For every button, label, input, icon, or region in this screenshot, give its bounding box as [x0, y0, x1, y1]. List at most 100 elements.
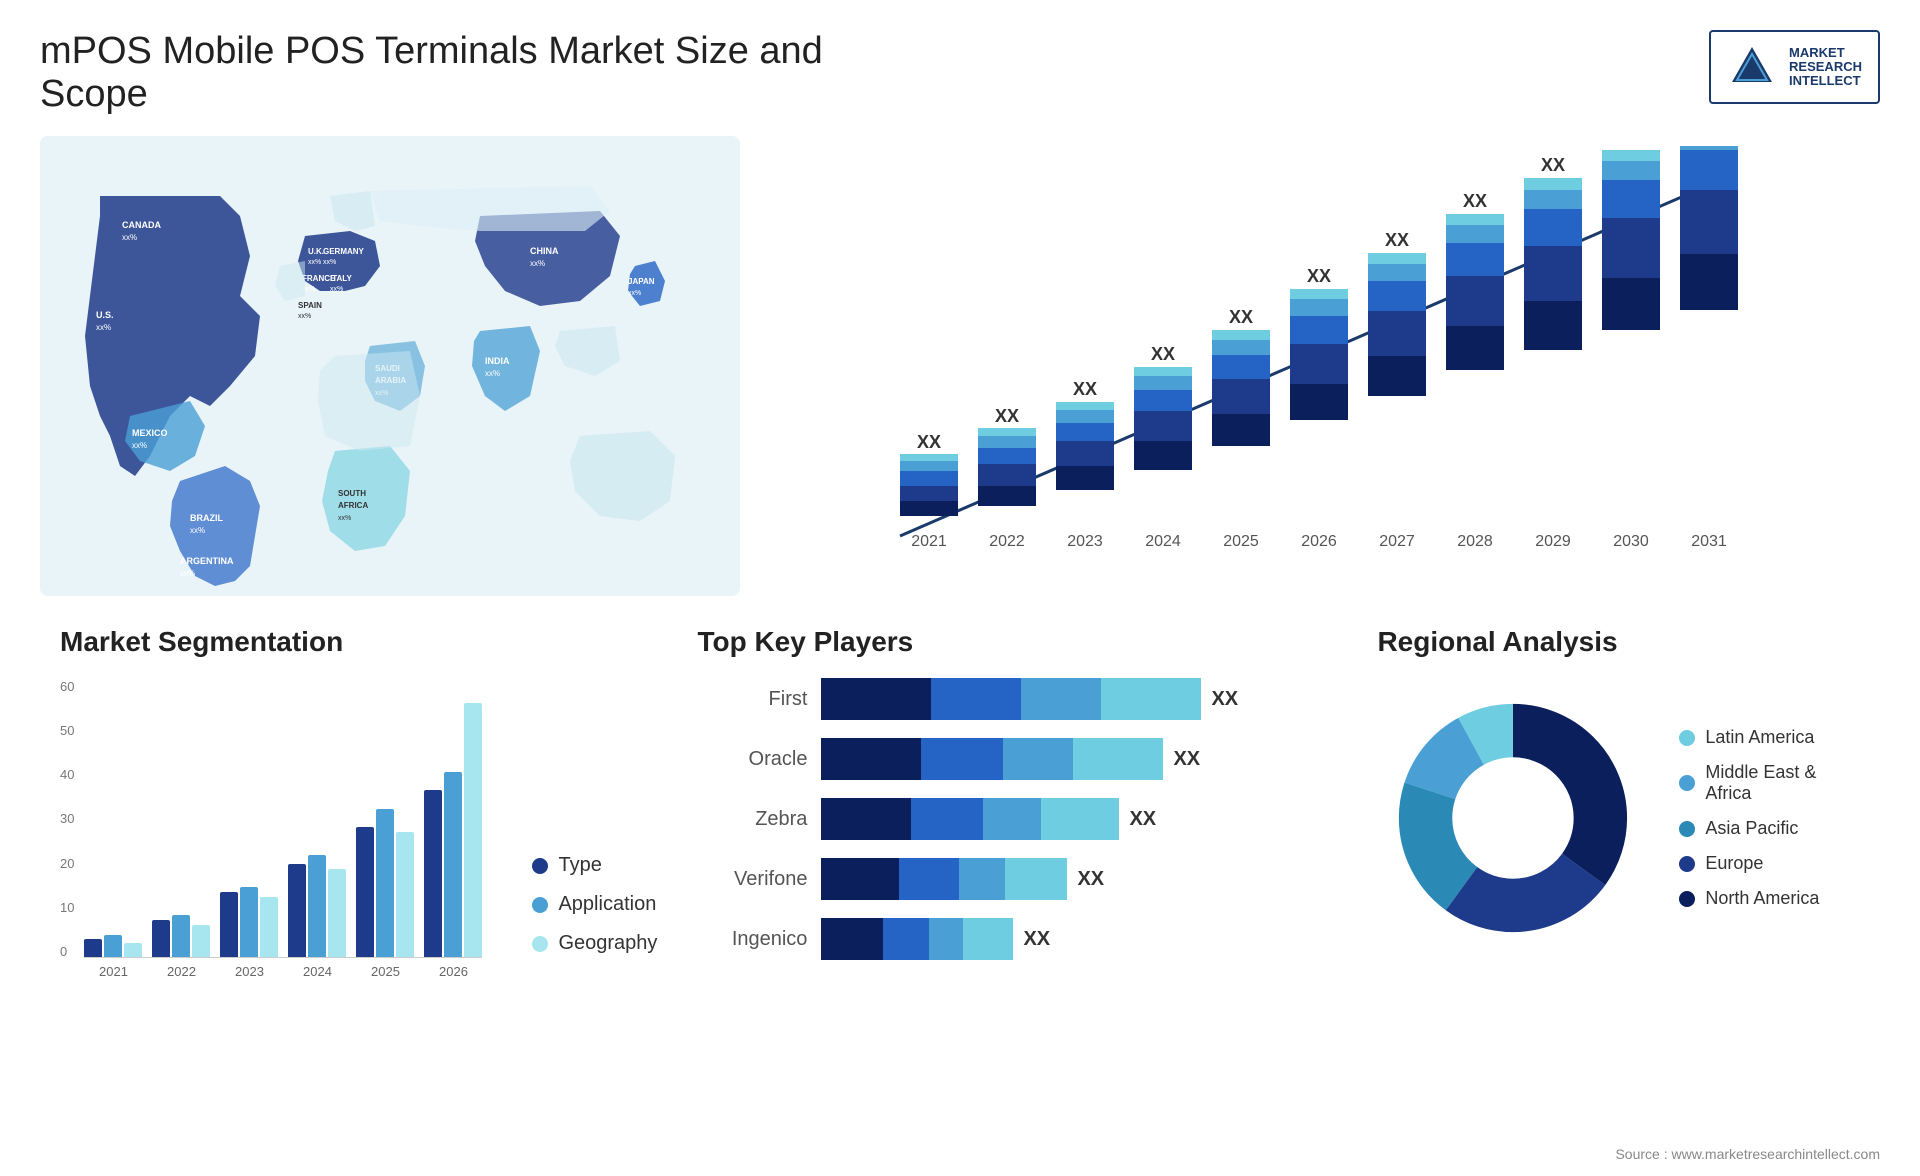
svg-text:xx%: xx%: [96, 323, 111, 332]
seg-chart-area: 60 50 40 30 20 10 0: [60, 678, 657, 979]
svg-text:xx%: xx%: [338, 515, 351, 522]
map-svg: CANADA xx% U.S. xx% MEXICO xx% BRAZIL xx…: [40, 136, 740, 596]
svg-text:AFRICA: AFRICA: [338, 501, 368, 510]
svg-text:xx%: xx%: [122, 233, 137, 242]
svg-text:MEXICO: MEXICO: [132, 428, 168, 438]
legend-label-application: Application: [558, 893, 656, 916]
player-bar-stack-oracle: [821, 738, 1163, 780]
bottom-section: Market Segmentation 60 50 40 30 20 10 0: [40, 626, 1880, 1156]
svg-text:XX: XX: [1073, 379, 1097, 399]
player-seg1: [821, 738, 921, 780]
seg-bar-geo: [124, 943, 142, 957]
svg-text:JAPAN: JAPAN: [628, 277, 655, 286]
player-row-verifone: Verifone XX: [697, 858, 1337, 900]
seg-legend: Type Application Geography: [532, 854, 657, 979]
player-bar-stack-verifone: [821, 858, 1067, 900]
svg-text:xx%: xx%: [330, 286, 343, 293]
seg-bar-geo: [328, 869, 346, 957]
seg-group-2026: [424, 703, 482, 957]
svg-text:INDIA: INDIA: [485, 356, 510, 366]
svg-text:2022: 2022: [989, 533, 1025, 550]
svg-text:xx%: xx%: [180, 569, 195, 578]
player-bar-stack-ingenico: [821, 918, 1013, 960]
player-name-zebra: Zebra: [697, 808, 807, 831]
legend-latin-america: Latin America: [1679, 727, 1860, 748]
seg-bar-type: [152, 920, 170, 957]
dot-middle-east-africa: [1679, 775, 1695, 791]
player-seg1: [821, 918, 883, 960]
player-bar-stack-first: [821, 678, 1201, 720]
seg-bar-app: [308, 855, 326, 957]
player-seg2: [899, 858, 959, 900]
svg-text:XX: XX: [917, 432, 941, 452]
player-seg1: [821, 678, 931, 720]
player-seg3: [929, 918, 963, 960]
donut-chart: [1377, 678, 1649, 958]
svg-text:XX: XX: [1385, 230, 1409, 250]
svg-text:2030: 2030: [1613, 533, 1649, 550]
player-seg2: [911, 798, 983, 840]
seg-bar-app: [104, 935, 122, 957]
player-bar-oracle: XX: [821, 738, 1337, 780]
seg-group-2023: [220, 887, 278, 957]
svg-text:2029: 2029: [1535, 533, 1571, 550]
player-seg2: [931, 678, 1021, 720]
seg-y-50: 50: [60, 723, 74, 738]
player-name-oracle: Oracle: [697, 748, 807, 771]
player-seg4: [1041, 798, 1119, 840]
svg-text:2024: 2024: [1145, 533, 1181, 550]
svg-text:XX: XX: [1307, 266, 1331, 286]
player-row-oracle: Oracle XX: [697, 738, 1337, 780]
seg-group-2022: [152, 915, 210, 957]
svg-text:xx%: xx%: [628, 290, 641, 297]
svg-text:xx%: xx%: [485, 369, 500, 378]
page-title: mPOS Mobile POS Terminals Market Size an…: [40, 30, 940, 116]
player-bar-stack-zebra: [821, 798, 1119, 840]
seg-bar-type: [288, 864, 306, 957]
legend-dot-type: [532, 858, 548, 874]
logo-icon: [1727, 42, 1777, 92]
segmentation-title: Market Segmentation: [60, 626, 657, 658]
svg-text:xx%: xx%: [323, 259, 336, 266]
seg-bar-geo: [260, 897, 278, 957]
svg-text:BRAZIL: BRAZIL: [190, 513, 223, 523]
player-seg4: [1073, 738, 1163, 780]
seg-y-20: 20: [60, 856, 74, 871]
seg-bar-type: [424, 790, 442, 957]
label-asia-pacific: Asia Pacific: [1705, 818, 1798, 839]
svg-text:CANADA: CANADA: [122, 220, 161, 230]
bar-chart-container: XX 2021 XX 2022 XX: [760, 136, 1880, 596]
seg-bar-type: [84, 939, 102, 957]
svg-text:GERMANY: GERMANY: [323, 247, 365, 256]
seg-bar-type: [220, 892, 238, 957]
map-container: CANADA xx% U.S. xx% MEXICO xx% BRAZIL xx…: [40, 136, 740, 596]
donut-area: Latin America Middle East & Africa Asia …: [1377, 678, 1860, 958]
player-seg1: [821, 798, 911, 840]
player-name-ingenico: Ingenico: [697, 928, 807, 951]
svg-text:xx%: xx%: [132, 441, 147, 450]
legend-north-america: North America: [1679, 888, 1860, 909]
dot-asia-pacific: [1679, 821, 1695, 837]
legend-middle-east-africa: Middle East & Africa: [1679, 762, 1860, 804]
logo: MARKET RESEARCH INTELLECT: [1709, 30, 1880, 104]
svg-text:U.K.: U.K.: [308, 247, 324, 256]
svg-text:U.S.: U.S.: [96, 310, 114, 320]
dot-europe: [1679, 856, 1695, 872]
regional-container: Regional Analysis: [1357, 626, 1880, 1156]
seg-bar-app: [172, 915, 190, 957]
svg-text:CHINA: CHINA: [530, 246, 559, 256]
seg-y-40: 40: [60, 767, 74, 782]
legend-dot-geography: [532, 936, 548, 952]
seg-bar-geo: [192, 925, 210, 957]
player-name-verifone: Verifone: [697, 868, 807, 891]
svg-text:xx%: xx%: [308, 259, 321, 266]
svg-text:2026: 2026: [1301, 533, 1337, 550]
label-north-america: North America: [1705, 888, 1819, 909]
svg-text:2025: 2025: [1223, 533, 1259, 550]
player-bar-verifone: XX: [821, 858, 1337, 900]
seg-x-2026: 2026: [424, 964, 482, 979]
player-row-first: First XX: [697, 678, 1337, 720]
svg-text:2031: 2031: [1691, 533, 1727, 550]
seg-group-2021: [84, 935, 142, 957]
svg-text:xx%: xx%: [298, 313, 311, 320]
